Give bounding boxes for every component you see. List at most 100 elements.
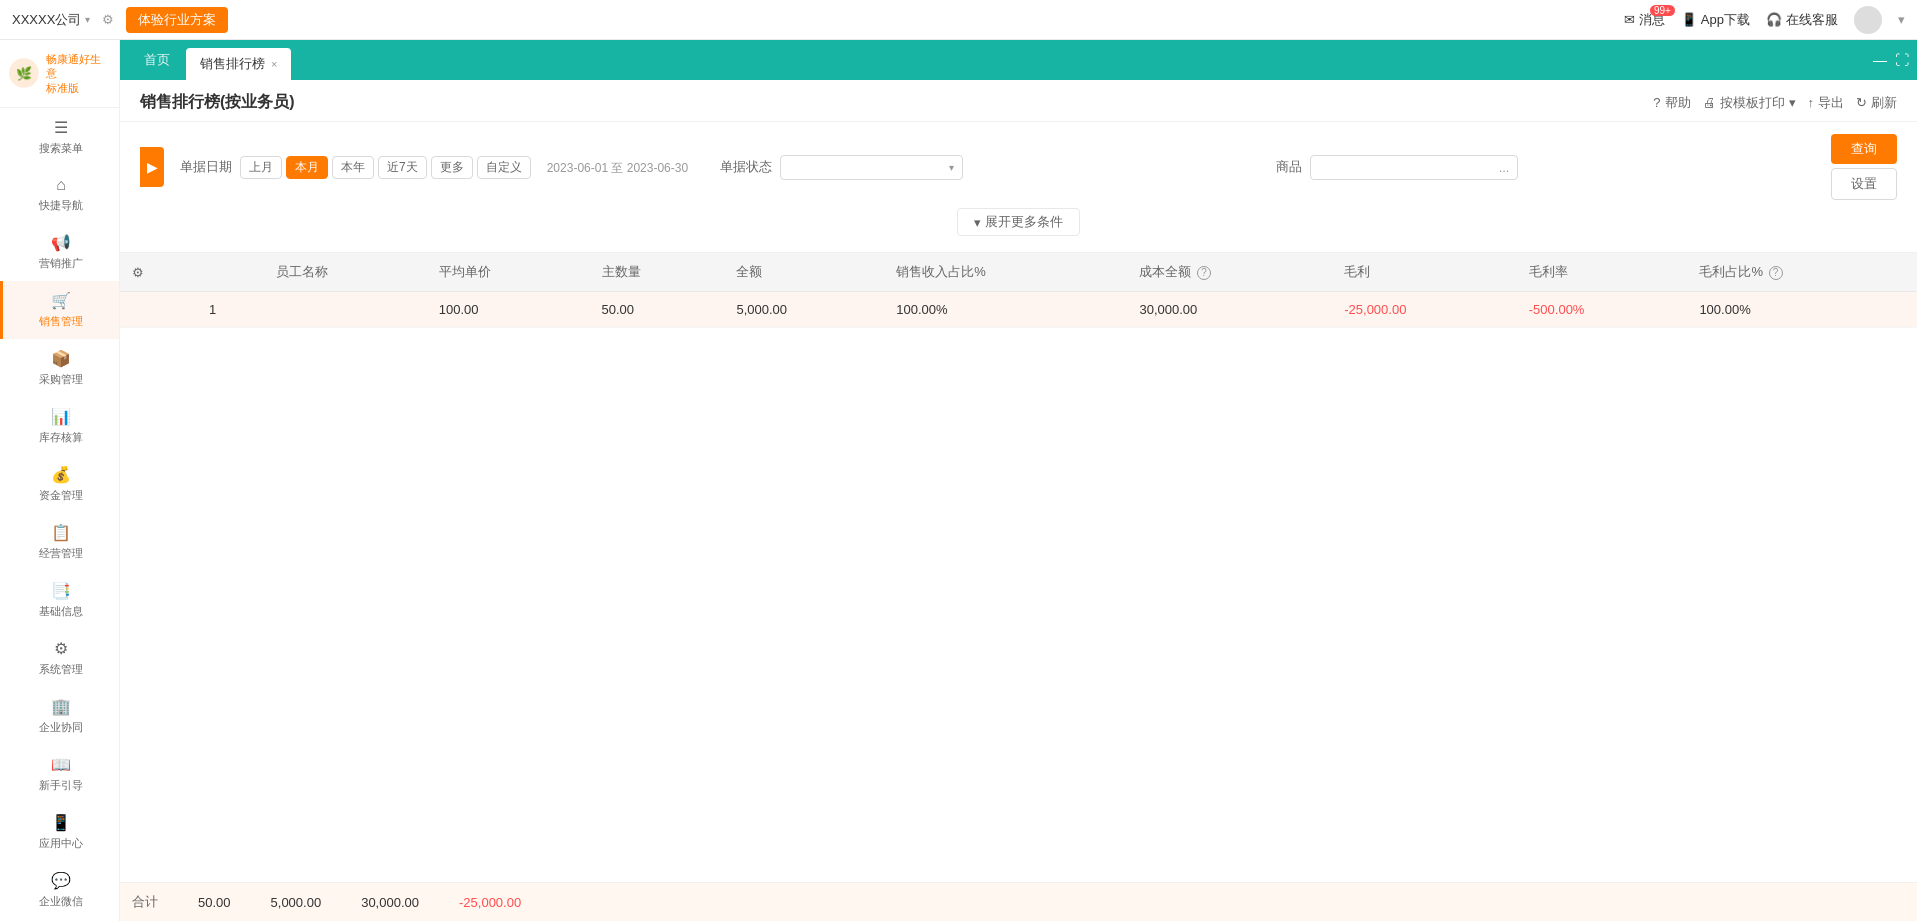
main-container: 🌿 畅康通好生意 标准版 ☰ 搜索菜单 ⌂ 快捷导航 📢 营销推广 🛒 销售管理…	[0, 40, 1917, 921]
sidebar-item-sales[interactable]: 🛒 销售管理	[0, 281, 119, 339]
col-gross: 毛利	[1332, 253, 1517, 292]
data-table-wrap: ⚙ 员工名称 平均单价 主数量 全额 销售收入占比% 成本全额 ? 毛利 毛利率…	[120, 253, 1917, 882]
col-cost: 成本全额 ?	[1127, 253, 1332, 292]
print-label: 按模板打印	[1720, 94, 1785, 112]
page-header: 销售排行榜(按业务员) ? 帮助 🖨 按模板打印 ▾ ↑ 导出	[120, 80, 1917, 122]
tab-bar: 首页 销售排行榜 × — ⛶	[120, 40, 1917, 80]
date-btn-custom[interactable]: 自定义	[477, 156, 531, 179]
tab-sales-ranking[interactable]: 销售排行榜 ×	[186, 48, 291, 80]
company-name: XXXXX公司	[12, 11, 81, 29]
question-icon: ?	[1653, 95, 1660, 110]
cell-cost: 30,000.00	[1127, 292, 1332, 328]
date-btn-more[interactable]: 更多	[431, 156, 473, 179]
footer-label: 合计	[132, 893, 158, 911]
cell-qty: 50.00	[590, 292, 725, 328]
status-dropdown-icon: ▾	[949, 162, 954, 173]
date-btn-current-month[interactable]: 本月	[286, 156, 328, 179]
refresh-label: 刷新	[1871, 94, 1897, 112]
print-icon: 🖨	[1703, 95, 1716, 110]
table-footer: 合计 50.00 5,000.00 30,000.00 -25,000.00	[120, 882, 1917, 921]
sidebar: 🌿 畅康通好生意 标准版 ☰ 搜索菜单 ⌂ 快捷导航 📢 营销推广 🛒 销售管理…	[0, 40, 120, 921]
app-download-button[interactable]: 📱 App下载	[1681, 11, 1750, 29]
header-actions: ? 帮助 🖨 按模板打印 ▾ ↑ 导出 ↻ 刷新	[1653, 94, 1897, 112]
print-button[interactable]: 🖨 按模板打印 ▾	[1703, 94, 1796, 112]
sidebar-item-marketing[interactable]: 📢 营销推广	[0, 223, 119, 281]
sidebar-item-label: 资金管理	[39, 488, 83, 503]
cell-avg-price: 100.00	[427, 292, 590, 328]
app-download-label: App下载	[1701, 11, 1750, 29]
sidebar-item-label: 企业协同	[39, 720, 83, 735]
sidebar-item-label: 系统管理	[39, 662, 83, 677]
chevron-down-icon: ▾	[85, 14, 90, 25]
sidebar-item-guide[interactable]: 📖 新手引导	[0, 745, 119, 803]
avatar[interactable]	[1854, 6, 1882, 34]
minimize-icon[interactable]: —	[1873, 52, 1887, 68]
filter-collapse-button[interactable]: ▶	[140, 147, 164, 187]
sidebar-item-inventory[interactable]: 📊 库存核算	[0, 397, 119, 455]
sidebar-item-basic-info[interactable]: 📑 基础信息	[0, 571, 119, 629]
cell-gross-rate: -500.00%	[1517, 292, 1688, 328]
date-btn-prev-month[interactable]: 上月	[240, 156, 282, 179]
goods-ellipsis[interactable]: ...	[1499, 160, 1510, 175]
enterprise-icon: 🏢	[51, 697, 71, 716]
message-button[interactable]: ✉ 消息 99+	[1624, 11, 1665, 29]
cell-settings	[120, 292, 197, 328]
tab-home[interactable]: 首页	[128, 40, 186, 80]
wechat-icon: 💬	[51, 871, 71, 890]
col-qty: 主数量	[590, 253, 725, 292]
sidebar-item-label: 新手引导	[39, 778, 83, 793]
footer-amount: 5,000.00	[271, 895, 322, 910]
sidebar-item-wechat[interactable]: 💬 企业微信	[0, 861, 119, 919]
sidebar-item-quick-nav[interactable]: ⌂ 快捷导航	[0, 166, 119, 223]
settings-col-icon: ⚙	[132, 265, 144, 280]
operation-icon: 📋	[51, 523, 71, 542]
sidebar-logo: 🌿 畅康通好生意 标准版	[0, 40, 119, 108]
trial-button[interactable]: 体验行业方案	[126, 7, 228, 33]
help-label: 帮助	[1665, 94, 1691, 112]
col-name: 员工名称	[264, 253, 427, 292]
sidebar-item-finance[interactable]: 💰 资金管理	[0, 455, 119, 513]
company-selector[interactable]: XXXXX公司 ▾	[12, 11, 90, 29]
goods-input-wrap[interactable]: ...	[1310, 155, 1519, 180]
gear-icon[interactable]: ⚙	[102, 12, 114, 27]
sidebar-item-operation[interactable]: 📋 经营管理	[0, 513, 119, 571]
sales-icon: 🛒	[51, 291, 71, 310]
settings-button[interactable]: 设置	[1831, 168, 1897, 200]
expand-label: 展开更多条件	[985, 213, 1063, 231]
logo-text: 畅康通好生意 标准版	[46, 52, 111, 95]
cost-info-icon[interactable]: ?	[1197, 266, 1211, 280]
date-btn-7days[interactable]: 近7天	[378, 156, 427, 179]
gross-pct-info-icon[interactable]: ?	[1769, 266, 1783, 280]
finance-icon: 💰	[51, 465, 71, 484]
inventory-icon: 📊	[51, 407, 71, 426]
cell-sales-pct: 100.00%	[884, 292, 1127, 328]
sidebar-item-label: 应用中心	[39, 836, 83, 851]
help-button[interactable]: ? 帮助	[1653, 94, 1690, 112]
export-button[interactable]: ↑ 导出	[1808, 94, 1845, 112]
query-button[interactable]: 查询	[1831, 134, 1897, 164]
close-icon[interactable]: ×	[271, 58, 277, 70]
status-input[interactable]	[789, 160, 949, 175]
sidebar-item-label: 库存核算	[39, 430, 83, 445]
expand-conditions-button[interactable]: ▾ 展开更多条件	[957, 208, 1080, 236]
date-btn-current-year[interactable]: 本年	[332, 156, 374, 179]
svg-text:🌿: 🌿	[16, 66, 33, 82]
cell-rank: 1	[197, 292, 264, 328]
sidebar-item-label: 采购管理	[39, 372, 83, 387]
sidebar-item-search-order[interactable]: ☰ 搜索菜单	[0, 108, 119, 166]
col-settings[interactable]: ⚙	[120, 253, 197, 292]
sidebar-item-system[interactable]: ⚙ 系统管理	[0, 629, 119, 687]
col-rank	[197, 253, 264, 292]
goods-input[interactable]	[1319, 160, 1499, 175]
status-input-wrap[interactable]: ▾	[780, 155, 963, 180]
table-header-row: ⚙ 员工名称 平均单价 主数量 全额 销售收入占比% 成本全额 ? 毛利 毛利率…	[120, 253, 1917, 292]
refresh-button[interactable]: ↻ 刷新	[1856, 94, 1897, 112]
sidebar-item-purchase[interactable]: 📦 采购管理	[0, 339, 119, 397]
sidebar-item-enterprise[interactable]: 🏢 企业协同	[0, 687, 119, 745]
table-row[interactable]: 1 100.00 50.00 5,000.00 100.00% 30,000.0…	[120, 292, 1917, 328]
page-content: 销售排行榜(按业务员) ? 帮助 🖨 按模板打印 ▾ ↑ 导出	[120, 80, 1917, 921]
maximize-icon[interactable]: ⛶	[1895, 52, 1909, 68]
sidebar-item-label: 企业微信	[39, 894, 83, 909]
sidebar-item-app-center[interactable]: 📱 应用中心	[0, 803, 119, 861]
online-service-button[interactable]: 🎧 在线客服	[1766, 11, 1838, 29]
